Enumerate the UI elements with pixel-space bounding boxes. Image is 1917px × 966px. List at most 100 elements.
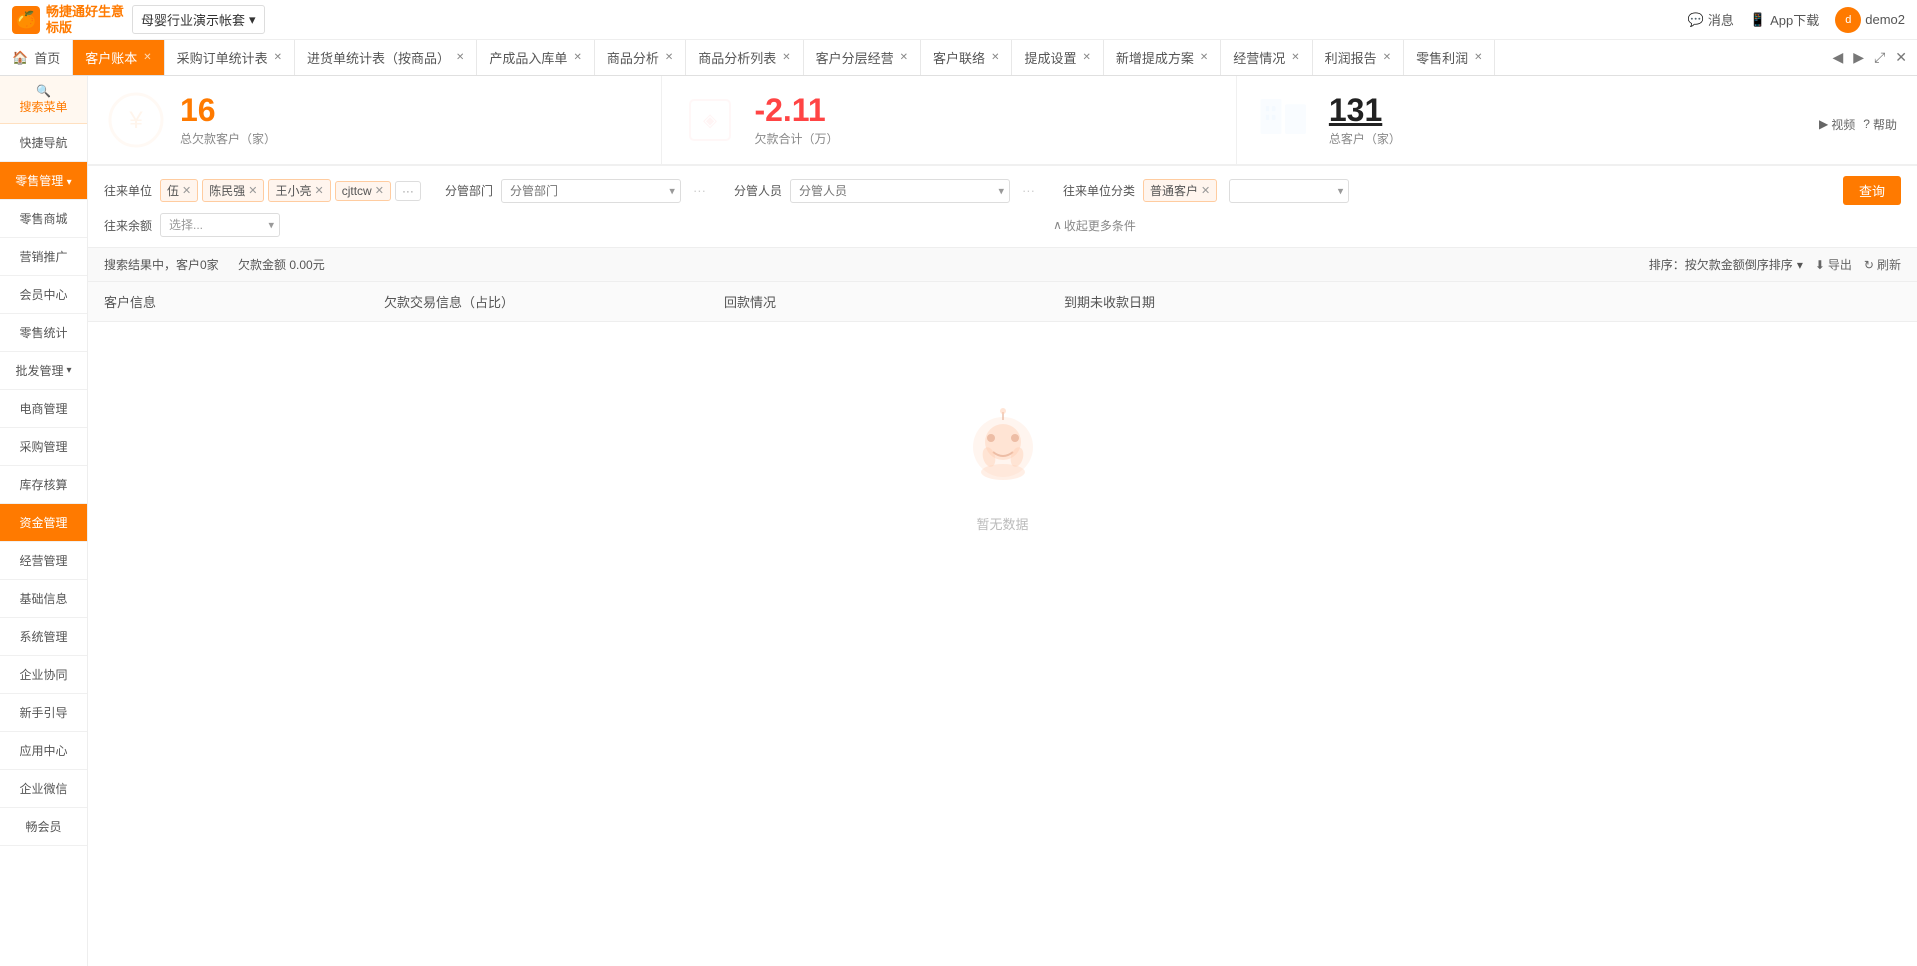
avatar: d [1835, 7, 1861, 33]
credit-amount-label: 欠款合计（万） [754, 130, 838, 147]
message-button[interactable]: 💬 消息 [1688, 10, 1734, 29]
chevron-down-icon: ▾ [66, 365, 71, 376]
next-tabs-button[interactable]: ▶ [1849, 47, 1868, 68]
tab-product-analysis-list[interactable]: 商品分析列表 ✕ [686, 40, 803, 76]
app-download-button[interactable]: 📱 App下载 [1750, 10, 1819, 29]
sidebar-item-ecommerce-mgmt[interactable]: 电商管理 [0, 390, 87, 428]
close-icon[interactable]: ✕ [900, 52, 908, 63]
sidebar-search-label: 搜索菜单 [6, 98, 81, 115]
stats-bar: ¥ 16 总欠款客户（家） ◈ -2.11 欠款合计（ [88, 76, 1917, 166]
sidebar: 🔍 搜索菜单 快捷导航 零售管理 ▾ 零售商城 营销推广 会员中心 零售统计 批… [0, 76, 88, 966]
sort-select: 排序：按欠款金额倒序排序 ▾ [1649, 256, 1803, 273]
sidebar-item-purchase-mgmt[interactable]: 采购管理 [0, 428, 87, 466]
tab-profit-report[interactable]: 利润报告 ✕ [1313, 40, 1404, 76]
unit-type-filter-select[interactable] [1229, 179, 1349, 203]
tag-close-1[interactable]: ✕ [248, 184, 257, 197]
tab-customer-contact[interactable]: 客户联络 ✕ [921, 40, 1012, 76]
sidebar-item-system-mgmt[interactable]: 系统管理 [0, 618, 87, 656]
close-icon[interactable]: ✕ [782, 52, 790, 63]
help-button[interactable]: ? 帮助 [1863, 116, 1897, 133]
close-icon[interactable]: ✕ [143, 52, 151, 63]
close-icon[interactable]: ✕ [1291, 52, 1299, 63]
close-icon[interactable]: ✕ [456, 52, 464, 63]
video-button[interactable]: ▶ 视频 [1819, 116, 1855, 133]
logo-text: 畅捷通好生意 标版 [46, 4, 124, 35]
tag-close-3[interactable]: ✕ [375, 184, 384, 197]
tab-purchase-order-stat[interactable]: 采购订单统计表 ✕ [165, 40, 295, 76]
table-header: 客户信息 欠款交易信息（占比） 回款情况 到期未收款日期 [88, 282, 1917, 322]
col-due-date: 到期未收款日期 [1064, 292, 1901, 311]
result-text: 搜索结果中，客户0家 欠款金额 0.00元 [104, 256, 325, 273]
sidebar-item-inventory-check[interactable]: 库存核算 [0, 466, 87, 504]
empty-state: 暂无数据 [88, 322, 1917, 613]
sidebar-item-retail-mgmt[interactable]: 零售管理 ▾ [0, 162, 87, 200]
person-filter-select-wrap [790, 179, 1010, 203]
tag-close-0[interactable]: ✕ [182, 184, 191, 197]
dept-filter-input[interactable] [501, 179, 681, 203]
video-icon: ▶ [1819, 117, 1828, 131]
tag-close-2[interactable]: ✕ [315, 184, 324, 197]
sidebar-item-marketing[interactable]: 营销推广 [0, 238, 87, 276]
sidebar-item-capital-mgmt[interactable]: 资金管理 [0, 504, 87, 542]
close-icon[interactable]: ✕ [1200, 52, 1208, 63]
sidebar-item-basic-info[interactable]: 基础信息 [0, 580, 87, 618]
refresh-button[interactable]: ↻ 刷新 [1864, 256, 1901, 273]
close-icon[interactable]: ✕ [1383, 52, 1391, 63]
close-icon[interactable]: ✕ [1474, 52, 1482, 63]
tab-product-analysis[interactable]: 商品分析 ✕ [595, 40, 686, 76]
close-icon[interactable]: ✕ [274, 52, 282, 63]
sidebar-search[interactable]: 🔍 搜索菜单 [0, 76, 87, 124]
tab-operation-status[interactable]: 经营情况 ✕ [1221, 40, 1312, 76]
tab-product-in-stock[interactable]: 产成品入库单 ✕ [477, 40, 594, 76]
person-filter-input[interactable] [790, 179, 1010, 203]
close-icon[interactable]: ✕ [665, 52, 673, 63]
tab-customer-tier[interactable]: 客户分层经营 ✕ [804, 40, 921, 76]
sidebar-item-member-center[interactable]: 会员中心 [0, 276, 87, 314]
unit-tag-3: cjttcw ✕ [335, 181, 391, 201]
col-credit-info: 欠款交易信息（占比） [384, 292, 724, 311]
total-customers-icon [1257, 92, 1313, 148]
query-button[interactable]: 查询 [1843, 176, 1901, 205]
balance-filter-select[interactable]: 选择... [160, 213, 280, 237]
download-icon: 📱 [1750, 12, 1766, 28]
filter-bar: 往来单位 伍 ✕ 陈民强 ✕ 王小亮 ✕ cjttcw [88, 166, 1917, 248]
system-selector[interactable]: 母婴行业演示帐套 ▾ [132, 5, 265, 34]
unit-type-tag-close-0[interactable]: ✕ [1201, 184, 1210, 197]
unit-filter-tags: 伍 ✕ 陈民强 ✕ 王小亮 ✕ cjttcw ✕ ··· [160, 179, 421, 202]
unit-more-tags[interactable]: ··· [395, 181, 421, 201]
sidebar-item-operations-mgmt[interactable]: 经营管理 [0, 542, 87, 580]
expand-tabs-button[interactable]: ⤢ [1870, 47, 1889, 68]
total-customers-label: 总客户（家） [1329, 130, 1401, 147]
tab-customer-account[interactable]: 客户账本 ✕ [73, 40, 164, 76]
close-icon[interactable]: ✕ [1082, 52, 1090, 63]
message-icon: 💬 [1688, 12, 1704, 28]
stat-credit-amount: ◈ -2.11 欠款合计（万） [662, 76, 1236, 164]
tab-home[interactable]: 🏠 首页 [0, 40, 73, 76]
prev-tabs-button[interactable]: ◀ [1829, 47, 1848, 68]
logo-area: 🍊 畅捷通好生意 标版 [12, 4, 124, 35]
sidebar-item-enterprise-wechat[interactable]: 企业微信 [0, 770, 87, 808]
close-icon[interactable]: ✕ [991, 52, 999, 63]
sidebar-item-app-center[interactable]: 应用中心 [0, 732, 87, 770]
credit-customers-label: 总欠款客户（家） [180, 130, 276, 147]
top-bar: 🍊 畅捷通好生意 标版 母婴行业演示帐套 ▾ 💬 消息 📱 App下载 d de… [0, 0, 1917, 40]
sort-label: 排序：按欠款金额倒序排序 [1649, 256, 1793, 273]
sidebar-item-retail-stats[interactable]: 零售统计 [0, 314, 87, 352]
export-button[interactable]: ⬇ 导出 [1815, 256, 1852, 273]
sidebar-item-enterprise-coop[interactable]: 企业协同 [0, 656, 87, 694]
sidebar-item-vip-member[interactable]: 畅会员 [0, 808, 87, 846]
tab-purchase-stat-by-product[interactable]: 进货单统计表（按商品） ✕ [295, 40, 477, 76]
tab-promotion-settings[interactable]: 提成设置 ✕ [1012, 40, 1103, 76]
sidebar-item-quick-nav[interactable]: 快捷导航 [0, 124, 87, 162]
tab-new-promotion-plan[interactable]: 新增提成方案 ✕ [1104, 40, 1221, 76]
unit-type-filter-tags: 普通客户 ✕ [1143, 179, 1217, 202]
chevron-up-icon: ∧ [1053, 218, 1062, 232]
close-all-tabs-button[interactable]: ✕ [1891, 47, 1911, 68]
sidebar-item-new-guide[interactable]: 新手引导 [0, 694, 87, 732]
collapse-button[interactable]: ∧ 收起更多条件 [1053, 217, 1136, 234]
tab-retail-profit[interactable]: 零售利润 ✕ [1404, 40, 1495, 76]
sidebar-item-wholesale-mgmt[interactable]: 批发管理 ▾ [0, 352, 87, 390]
sidebar-item-retail-mall[interactable]: 零售商城 [0, 200, 87, 238]
user-menu[interactable]: d demo2 [1835, 7, 1905, 33]
close-icon[interactable]: ✕ [573, 52, 581, 63]
